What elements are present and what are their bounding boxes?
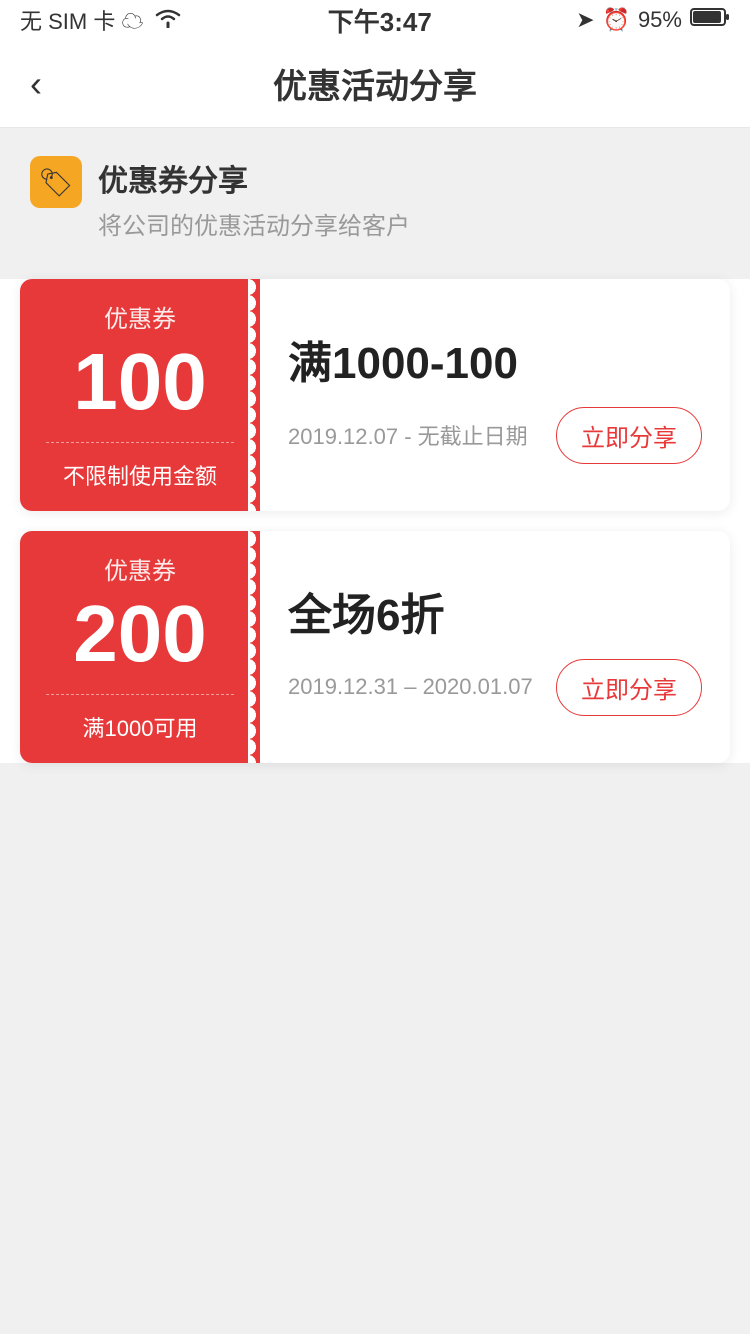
coupon-label-1: 优惠券: [104, 299, 176, 334]
back-icon: ‹: [30, 63, 42, 104]
section-title: 优惠券分享: [98, 156, 410, 200]
section-icon: 🏷: [30, 156, 82, 208]
coupon-name-1: 满1000-100: [288, 327, 702, 391]
coupon-icon: 🏷: [38, 166, 74, 199]
section-subtitle: 将公司的优惠活动分享给客户: [98, 206, 410, 241]
coupon-label-2: 优惠券: [104, 551, 176, 586]
coupon-divider-1: [46, 442, 233, 443]
coupon-left-1: 优惠券 100 不限制使用金额: [20, 279, 260, 511]
battery-label: 95%: [638, 7, 682, 33]
back-button[interactable]: ‹: [30, 63, 42, 105]
coupon-condition-1: 不限制使用金额: [63, 459, 217, 491]
status-left: 无 SIM 卡 ☁: [20, 4, 183, 36]
wifi-icon: [153, 6, 183, 34]
alarm-icon: ⏰: [603, 7, 630, 33]
location-icon: ➤: [576, 7, 594, 33]
page-title: 优惠活动分享: [273, 59, 477, 108]
status-bar: 无 SIM 卡 ☁ 下午3:47 ➤ ⏰ 95%: [0, 0, 750, 40]
share-button-2[interactable]: 立即分享: [556, 659, 702, 716]
no-sim-label: 无 SIM 卡 ☁: [20, 4, 143, 36]
status-right: ➤ ⏰ 95%: [576, 7, 730, 33]
coupon-condition-2: 满1000可用: [83, 711, 198, 743]
coupon-card-1: 优惠券 100 不限制使用金额 满1000-100 2019.12.07 - 无…: [20, 279, 730, 511]
section-text: 优惠券分享 将公司的优惠活动分享给客户: [98, 156, 410, 241]
coupon-list: 优惠券 100 不限制使用金额 满1000-100 2019.12.07 - 无…: [0, 279, 750, 763]
coupon-name-2: 全场6折: [288, 579, 702, 643]
coupon-divider-2: [46, 694, 233, 695]
share-button-1[interactable]: 立即分享: [556, 407, 702, 464]
coupon-card-2: 优惠券 200 满1000可用 全场6折 2019.12.31 – 2020.0…: [20, 531, 730, 763]
coupon-meta-2: 2019.12.31 – 2020.01.07 立即分享: [288, 659, 702, 716]
section-header: 🏷 优惠券分享 将公司的优惠活动分享给客户: [0, 128, 750, 259]
coupon-date-2: 2019.12.31 – 2020.01.07: [288, 674, 533, 700]
coupon-amount-2: 200: [73, 594, 206, 674]
coupon-right-1: 满1000-100 2019.12.07 - 无截止日期 立即分享: [260, 279, 730, 511]
battery-icon: [690, 7, 730, 33]
status-time: 下午3:47: [328, 2, 432, 39]
coupon-date-1: 2019.12.07 - 无截止日期: [288, 419, 528, 451]
coupon-left-2: 优惠券 200 满1000可用: [20, 531, 260, 763]
coupon-meta-1: 2019.12.07 - 无截止日期 立即分享: [288, 407, 702, 464]
coupon-right-2: 全场6折 2019.12.31 – 2020.01.07 立即分享: [260, 531, 730, 763]
nav-bar: ‹ 优惠活动分享: [0, 40, 750, 128]
coupon-amount-1: 100: [73, 342, 206, 422]
